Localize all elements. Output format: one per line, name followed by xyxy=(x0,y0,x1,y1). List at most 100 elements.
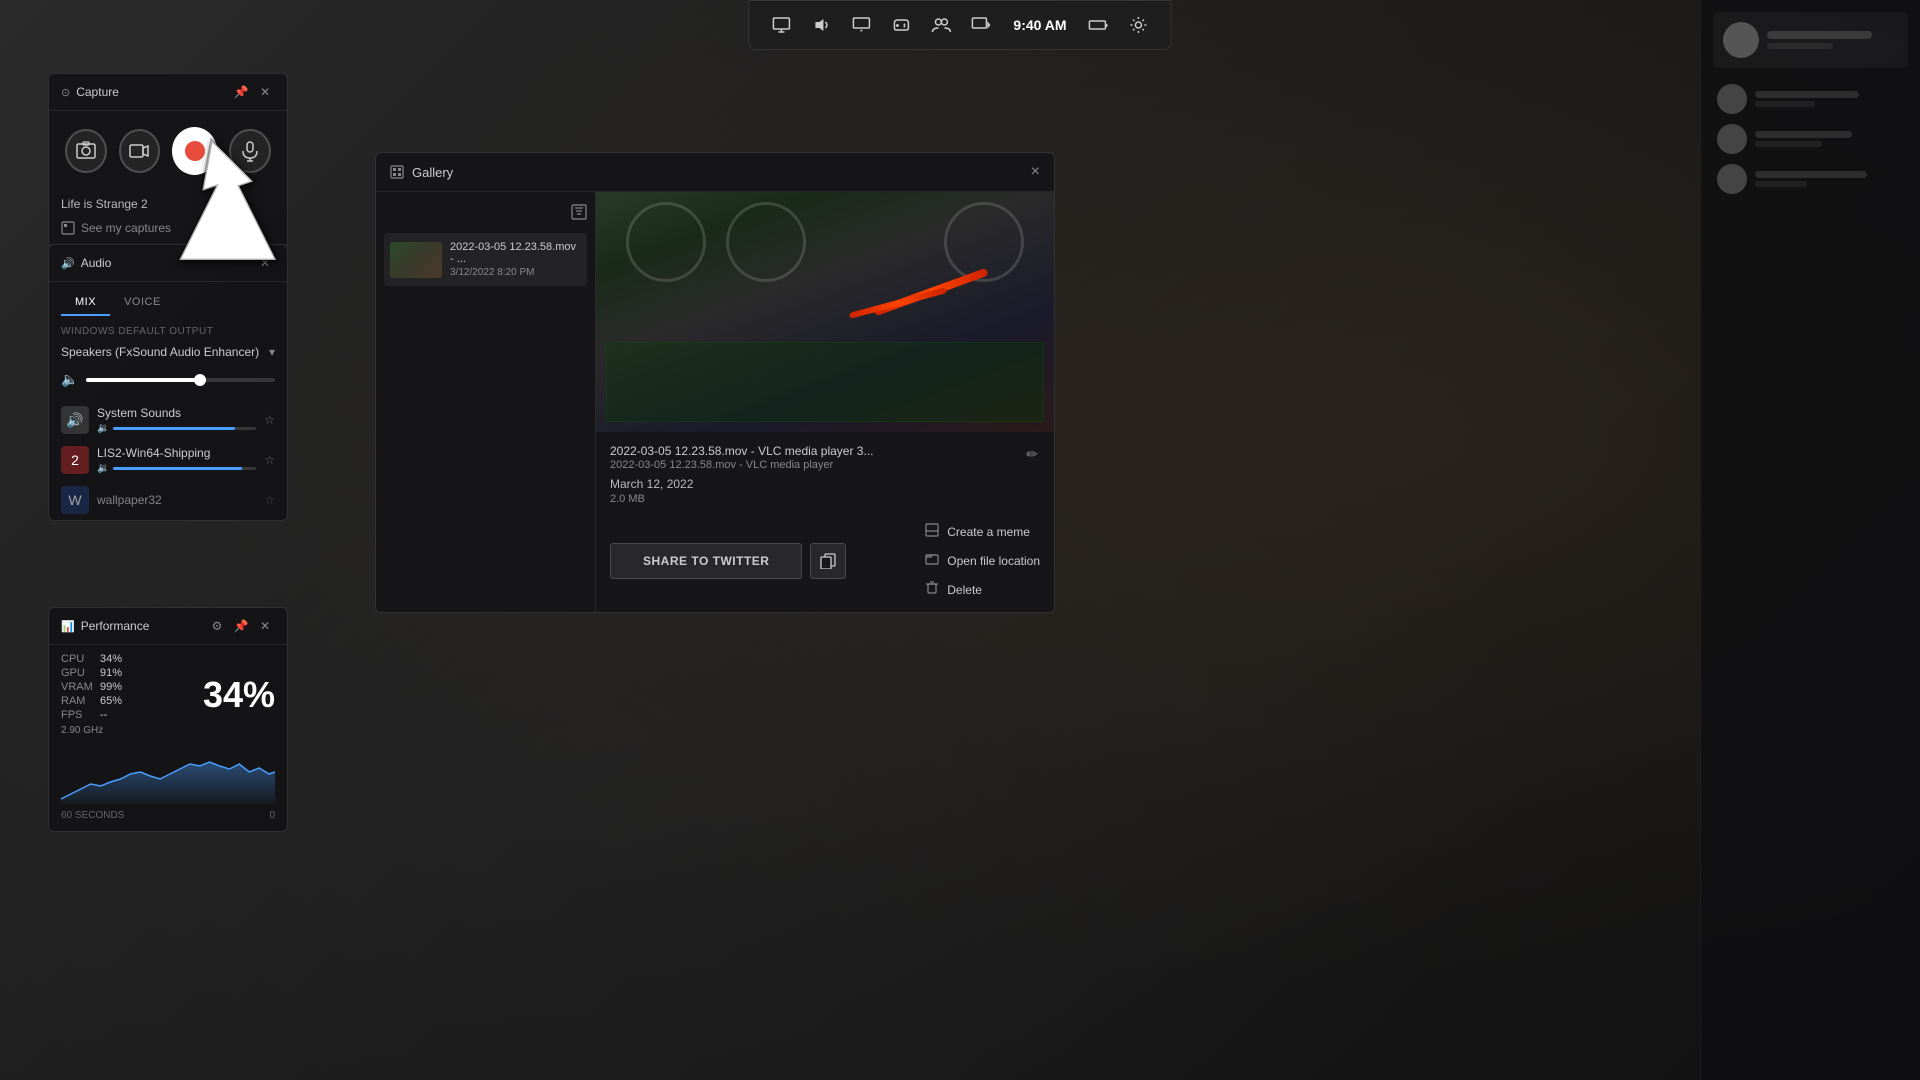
gallery-capture-date: March 12, 2022 xyxy=(610,477,1040,491)
perf-vram-label: VRAM xyxy=(61,681,96,693)
perf-cpu-stat: CPU 34% xyxy=(61,653,122,665)
taskbar-stream-icon[interactable] xyxy=(965,9,997,41)
perf-icon: 📊 xyxy=(61,620,75,633)
gallery-header: Gallery × xyxy=(376,153,1054,192)
perf-cpu-value: 34% xyxy=(100,653,122,665)
gallery-create-meme[interactable]: Create a meme xyxy=(925,521,1040,542)
gallery-info-row1: 2022-03-05 12.23.58.mov - VLC media play… xyxy=(610,444,1040,471)
mic-button[interactable] xyxy=(229,129,271,173)
perf-chart-svg xyxy=(61,744,275,804)
gallery-thumb xyxy=(390,242,442,278)
audio-panel-header: 🔊 Audio ✕ xyxy=(49,245,287,282)
taskbar-gamepad-icon[interactable] xyxy=(885,9,917,41)
lis2-info: LIS2-Win64-Shipping 🔉 xyxy=(97,446,256,474)
record-dot xyxy=(185,141,205,161)
audio-master-slider-row: 🔈 xyxy=(49,367,287,400)
system-sounds-fill xyxy=(113,427,234,430)
gallery-list-item[interactable]: 2022-03-05 12.23.58.mov - ... 3/12/2022 … xyxy=(384,233,587,286)
perf-panel-actions: ⚙ 📌 ✕ xyxy=(207,616,275,636)
pc-fan-1 xyxy=(626,202,706,282)
gallery-actions: SHARE TO TWITTER xyxy=(596,513,1054,612)
capture-close-button[interactable]: ✕ xyxy=(255,82,275,102)
taskbar-display-icon[interactable] xyxy=(765,9,797,41)
taskbar-friends-icon[interactable] xyxy=(925,9,957,41)
record-button[interactable] xyxy=(172,127,217,175)
gallery-item-info: 2022-03-05 12.23.58.mov - ... 3/12/2022 … xyxy=(450,241,581,278)
gallery-open-file-location[interactable]: Open file location xyxy=(925,550,1040,571)
folder-icon xyxy=(925,552,939,569)
gallery-filter-button[interactable] xyxy=(571,204,587,225)
gallery-edit-button[interactable]: ✏ xyxy=(1024,444,1040,465)
system-sounds-slider-row: 🔉 xyxy=(97,423,256,434)
taskbar-volume-icon[interactable] xyxy=(805,9,837,41)
audio-close-button[interactable]: ✕ xyxy=(255,253,275,273)
perf-settings-button[interactable]: ⚙ xyxy=(207,616,227,636)
system-sounds-slider[interactable] xyxy=(113,427,256,430)
pc-motherboard xyxy=(606,342,1044,422)
capture-game-name: Life is Strange 2 xyxy=(49,191,287,215)
gallery-copy-button[interactable] xyxy=(810,543,846,579)
system-sounds-name: System Sounds xyxy=(97,406,256,420)
gallery-main: 2022-03-05 12.23.58.mov - VLC media play… xyxy=(596,192,1054,612)
perf-pin-button[interactable]: 📌 xyxy=(231,616,251,636)
gallery-close-button[interactable]: × xyxy=(1031,163,1040,181)
meme-icon xyxy=(925,523,939,540)
audio-chevron-icon[interactable]: ▾ xyxy=(269,345,275,359)
share-to-twitter-button[interactable]: SHARE TO TWITTER xyxy=(610,543,802,579)
delete-label: Delete xyxy=(947,583,982,597)
audio-app-lis2: 2 LIS2-Win64-Shipping 🔉 ☆ xyxy=(49,440,287,480)
tab-voice[interactable]: VOICE xyxy=(110,290,175,316)
delete-icon xyxy=(925,581,939,598)
gallery-thumb-image xyxy=(390,242,442,278)
system-sounds-star[interactable]: ☆ xyxy=(264,413,275,427)
tab-mix[interactable]: MIX xyxy=(61,290,110,316)
gallery-info: 2022-03-05 12.23.58.mov - VLC media play… xyxy=(596,432,1054,513)
audio-master-slider[interactable] xyxy=(86,378,275,382)
gallery-filenames: 2022-03-05 12.23.58.mov - VLC media play… xyxy=(610,444,873,471)
capture-panel-actions: 📌 ✕ xyxy=(231,82,275,102)
perf-ram-label: RAM xyxy=(61,695,96,707)
audio-device-row: Speakers (FxSound Audio Enhancer) ▾ xyxy=(49,341,287,367)
gallery-delete[interactable]: Delete xyxy=(925,579,1040,600)
capture-pin-button[interactable]: 📌 xyxy=(231,82,251,102)
perf-vram-value: 99% xyxy=(100,681,122,693)
perf-time-label: 60 SECONDS xyxy=(61,810,124,821)
lis2-vol-icon: 🔉 xyxy=(97,463,109,474)
lis2-fill xyxy=(113,467,242,470)
perf-fps-label: FPS xyxy=(61,709,96,721)
gallery-preview-image xyxy=(596,192,1054,432)
lis2-star[interactable]: ☆ xyxy=(264,453,275,467)
lis2-name: LIS2-Win64-Shipping xyxy=(97,446,256,460)
perf-close-button[interactable]: ✕ xyxy=(255,616,275,636)
gallery-sidebar: 2022-03-05 12.23.58.mov - ... 3/12/2022 … xyxy=(376,192,596,612)
perf-big-value: 34% xyxy=(203,677,275,713)
perf-stats: CPU 34% GPU 91% VRAM 99% RAM 65% FPS -- … xyxy=(49,645,287,740)
gallery-file-size: 2.0 MB xyxy=(610,493,1040,505)
audio-panel-actions: ✕ xyxy=(255,253,275,273)
audio-app-system-sounds: 🔊 System Sounds 🔉 ☆ xyxy=(49,400,287,440)
gallery-filename-sub: 2022-03-05 12.23.58.mov - VLC media play… xyxy=(610,459,873,471)
perf-gpu-value: 91% xyxy=(100,667,122,679)
video-clip-button[interactable] xyxy=(119,129,161,173)
lis2-slider-row: 🔉 xyxy=(97,463,256,474)
see-captures-link[interactable]: See my captures xyxy=(49,215,287,247)
screenshot-button[interactable] xyxy=(65,129,107,173)
wallpaper-star[interactable]: ☆ xyxy=(264,493,275,507)
taskbar-monitor-icon[interactable] xyxy=(845,9,877,41)
system-sounds-info: System Sounds 🔉 xyxy=(97,406,256,434)
taskbar-battery-icon[interactable] xyxy=(1083,9,1115,41)
right-panel xyxy=(1700,0,1920,1080)
gallery-item-name: 2022-03-05 12.23.58.mov - ... xyxy=(450,241,581,265)
system-sounds-vol-icon: 🔉 xyxy=(97,423,109,434)
lis2-slider[interactable] xyxy=(113,467,256,470)
audio-device-name: Speakers (FxSound Audio Enhancer) xyxy=(61,345,259,359)
taskbar-time: 9:40 AM xyxy=(1005,17,1074,33)
gallery-item-date: 3/12/2022 8:20 PM xyxy=(450,267,581,278)
gallery-icon xyxy=(390,165,404,179)
pc-internals-image xyxy=(596,192,1054,432)
perf-panel-header: 📊 Performance ⚙ 📌 ✕ xyxy=(49,608,287,645)
audio-master-thumb xyxy=(194,374,206,386)
taskbar-settings-icon[interactable] xyxy=(1123,9,1155,41)
perf-panel-title: 📊 Performance xyxy=(61,619,149,633)
perf-freq: 2.90 GHz xyxy=(61,725,122,736)
